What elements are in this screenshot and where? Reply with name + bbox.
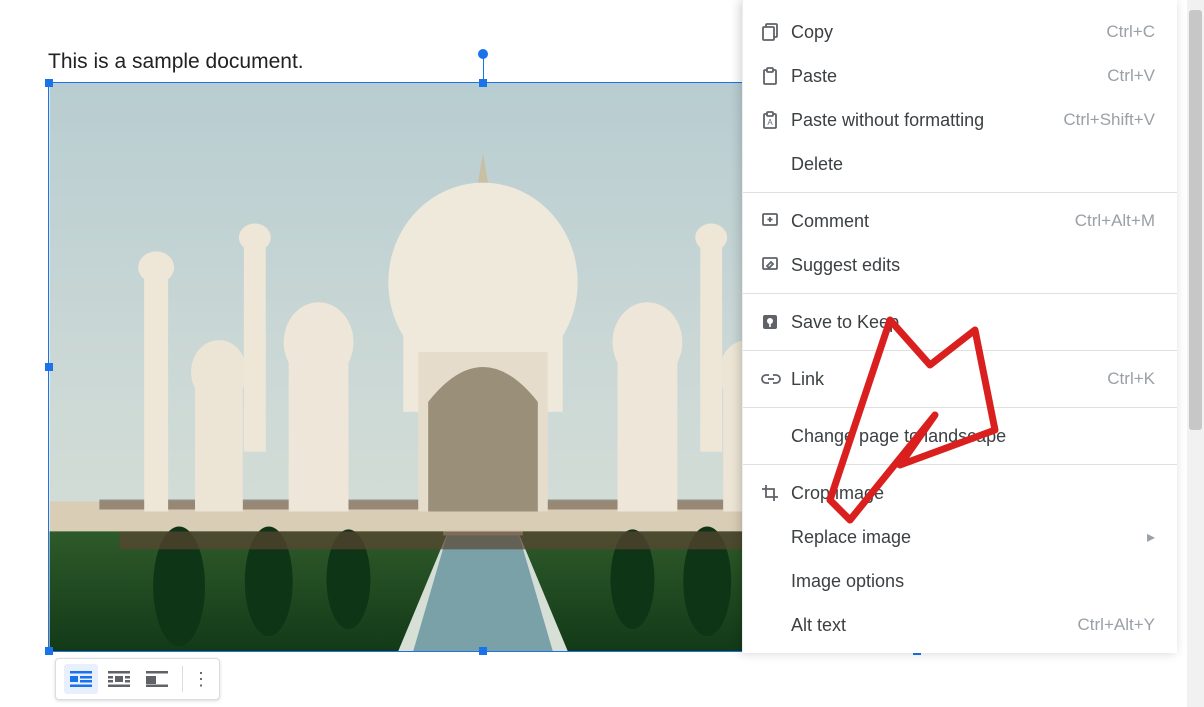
paste-icon bbox=[761, 64, 791, 88]
layout-break-button[interactable] bbox=[140, 664, 174, 694]
paste-plain-icon: A bbox=[761, 108, 791, 132]
comment-icon bbox=[761, 209, 791, 233]
menu-separator bbox=[743, 192, 1177, 193]
resize-handle-bl[interactable] bbox=[45, 647, 53, 655]
toolbar-more-button[interactable]: ⋮ bbox=[189, 669, 213, 690]
menu-shortcut: Ctrl+C bbox=[1106, 22, 1155, 42]
layout-inline-button[interactable] bbox=[64, 664, 98, 694]
blank-icon bbox=[761, 152, 791, 176]
blank-icon bbox=[761, 569, 791, 593]
context-menu: Copy Ctrl+C Paste Ctrl+V A Paste without… bbox=[742, 0, 1177, 653]
menu-label: Suggest edits bbox=[791, 255, 1155, 276]
image-layout-toolbar: ⋮ bbox=[55, 658, 220, 700]
menu-label: Delete bbox=[791, 154, 1155, 175]
blank-icon bbox=[761, 424, 791, 448]
menu-shortcut: Ctrl+Alt+Y bbox=[1078, 615, 1155, 635]
menu-label: Alt text bbox=[791, 615, 1078, 636]
submenu-arrow-icon: ▸ bbox=[1147, 527, 1155, 547]
menu-label: Change page to landscape bbox=[791, 426, 1155, 447]
menu-label: Link bbox=[791, 369, 1107, 390]
svg-text:A: A bbox=[767, 118, 773, 127]
menu-link[interactable]: Link Ctrl+K bbox=[743, 357, 1177, 401]
crop-icon bbox=[761, 481, 791, 505]
menu-separator bbox=[743, 350, 1177, 351]
menu-shortcut: Ctrl+K bbox=[1107, 369, 1155, 389]
menu-paste[interactable]: Paste Ctrl+V bbox=[743, 54, 1177, 98]
resize-handle-tl[interactable] bbox=[45, 79, 53, 87]
menu-comment[interactable]: Comment Ctrl+Alt+M bbox=[743, 199, 1177, 243]
copy-icon bbox=[761, 20, 791, 44]
menu-label: Paste bbox=[791, 66, 1107, 87]
link-icon bbox=[761, 367, 791, 391]
menu-label: Replace image bbox=[791, 527, 1147, 548]
blank-icon bbox=[761, 525, 791, 549]
rotation-handle[interactable] bbox=[478, 49, 488, 59]
menu-crop-image[interactable]: Crop image bbox=[743, 471, 1177, 515]
menu-label: Copy bbox=[791, 22, 1106, 43]
menu-image-options[interactable]: Image options bbox=[743, 559, 1177, 603]
scrollbar-track[interactable] bbox=[1187, 0, 1204, 707]
menu-label: Image options bbox=[791, 571, 1155, 592]
menu-alt-text[interactable]: Alt text Ctrl+Alt+Y bbox=[743, 603, 1177, 647]
menu-separator bbox=[743, 407, 1177, 408]
menu-copy[interactable]: Copy Ctrl+C bbox=[743, 10, 1177, 54]
menu-separator bbox=[743, 293, 1177, 294]
layout-wrap-button[interactable] bbox=[102, 664, 136, 694]
resize-handle-tc[interactable] bbox=[479, 79, 487, 87]
menu-delete[interactable]: Delete bbox=[743, 142, 1177, 186]
resize-handle-ml[interactable] bbox=[45, 363, 53, 371]
blank-icon bbox=[761, 613, 791, 637]
suggest-icon bbox=[761, 253, 791, 277]
scrollbar-thumb[interactable] bbox=[1189, 10, 1202, 430]
menu-replace-image[interactable]: Replace image ▸ bbox=[743, 515, 1177, 559]
menu-paste-plain[interactable]: A Paste without formatting Ctrl+Shift+V bbox=[743, 98, 1177, 142]
menu-shortcut: Ctrl+Alt+M bbox=[1075, 211, 1155, 231]
toolbar-separator bbox=[182, 666, 183, 692]
resize-handle-bc[interactable] bbox=[479, 647, 487, 655]
menu-change-landscape[interactable]: Change page to landscape bbox=[743, 414, 1177, 458]
menu-label: Paste without formatting bbox=[791, 110, 1063, 131]
menu-shortcut: Ctrl+Shift+V bbox=[1063, 110, 1155, 130]
keep-icon bbox=[761, 310, 791, 334]
menu-label: Crop image bbox=[791, 483, 1155, 504]
menu-label: Comment bbox=[791, 211, 1075, 232]
menu-save-keep[interactable]: Save to Keep bbox=[743, 300, 1177, 344]
menu-separator bbox=[743, 464, 1177, 465]
menu-label: Save to Keep bbox=[791, 312, 1155, 333]
menu-shortcut: Ctrl+V bbox=[1107, 66, 1155, 86]
menu-suggest-edits[interactable]: Suggest edits bbox=[743, 243, 1177, 287]
